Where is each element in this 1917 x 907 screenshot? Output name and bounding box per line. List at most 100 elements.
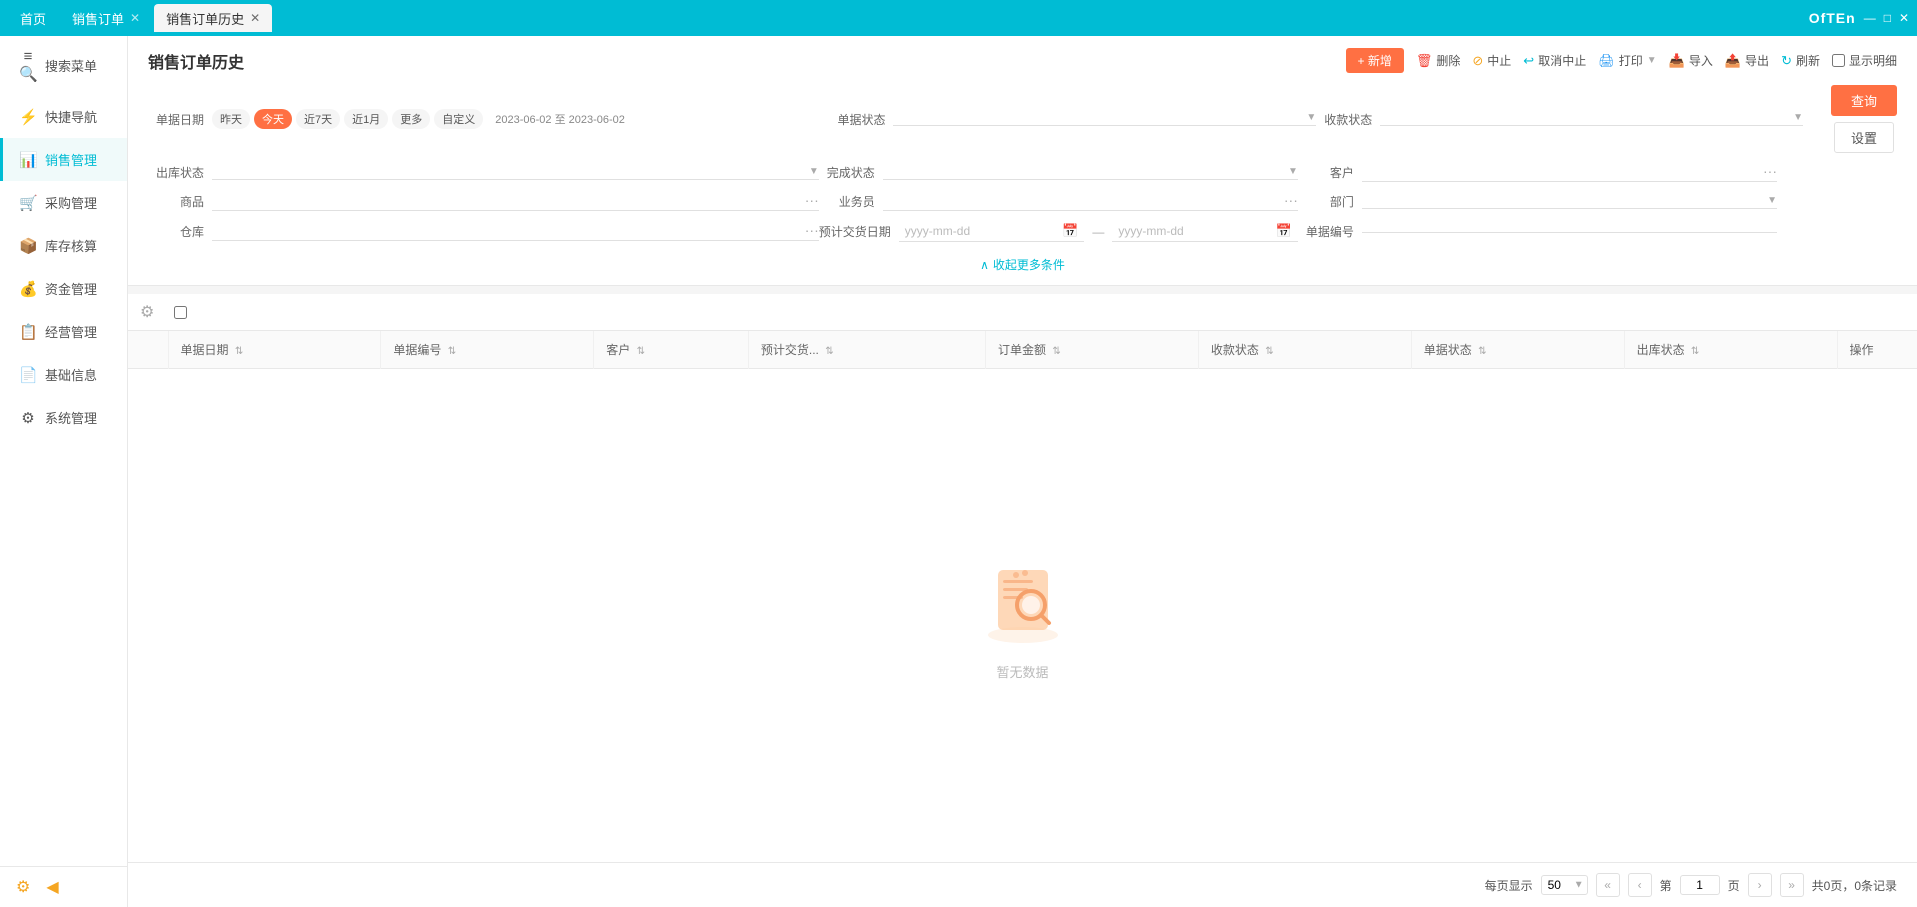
date-pill-yesterday[interactable]: 昨天 bbox=[212, 109, 250, 129]
print-dropdown-icon[interactable]: ▼ bbox=[1647, 55, 1657, 66]
close-btn[interactable]: ✕ bbox=[1899, 11, 1909, 25]
stop-button[interactable]: ⊘ 中止 bbox=[1472, 52, 1511, 69]
th-no[interactable]: 单据编号 ⇅ bbox=[381, 331, 594, 369]
customer-ellipsis[interactable]: ··· bbox=[1763, 163, 1777, 179]
th-customer[interactable]: 客户 ⇅ bbox=[594, 331, 749, 369]
th-date-label: 单据日期 bbox=[181, 343, 229, 357]
sidebar-item-basic-info[interactable]: 📄 基础信息 bbox=[0, 353, 127, 396]
filter-delivery-to[interactable]: yyyy-mm-dd 📅 bbox=[1112, 221, 1298, 242]
filter-warehouse-label: 仓库 bbox=[148, 223, 204, 240]
sidebar-item-sales-mgmt[interactable]: 📊 销售管理 bbox=[0, 138, 127, 181]
date-pills: 昨天 今天 近7天 近1月 更多 自定义 bbox=[212, 109, 483, 129]
sidebar-item-quick-nav[interactable]: ⚡ 快捷导航 bbox=[0, 95, 127, 138]
print-button[interactable]: 🖨 打印 ▼ bbox=[1598, 52, 1656, 69]
new-button[interactable]: + 新增 bbox=[1346, 48, 1404, 73]
sidebar-item-operations-mgmt-label: 经营管理 bbox=[45, 322, 97, 341]
stop-button-label: 中止 bbox=[1487, 52, 1511, 69]
next-page-btn[interactable]: › bbox=[1748, 873, 1772, 897]
tab-sales-order-history[interactable]: 销售订单历史 ✕ bbox=[154, 4, 272, 32]
export-button[interactable]: 📤 导出 bbox=[1725, 52, 1769, 69]
date-pill-more[interactable]: 更多 bbox=[392, 109, 430, 129]
delete-button[interactable]: 🗑 删除 bbox=[1416, 52, 1461, 69]
filter-payment-status-item: 收款状态 ▼ bbox=[1316, 111, 1811, 128]
sidebar-item-search-menu[interactable]: ≡🔍 搜索菜单 bbox=[0, 36, 127, 95]
delete-icon: 🗑 bbox=[1416, 53, 1433, 69]
quick-nav-icon: ⚡ bbox=[19, 108, 37, 126]
th-stock-status[interactable]: 出库状态 ⇅ bbox=[1624, 331, 1837, 369]
page-number-input[interactable] bbox=[1680, 875, 1720, 895]
filter-product-control: ··· bbox=[212, 192, 819, 211]
filter-stock-status-select[interactable]: ▼ bbox=[212, 166, 819, 180]
th-delivery[interactable]: 预计交货... ⇅ bbox=[748, 331, 985, 369]
export-button-label: 导出 bbox=[1745, 52, 1769, 69]
filter-order-no-item: 单据编号 bbox=[1298, 223, 1897, 240]
th-date[interactable]: 单据日期 ⇅ bbox=[168, 331, 381, 369]
select-all-checkbox[interactable] bbox=[174, 306, 187, 319]
page-size-select[interactable]: 50 10 20 100 bbox=[1541, 875, 1588, 895]
th-payment-status[interactable]: 收款状态 ⇅ bbox=[1198, 331, 1411, 369]
tab-sales-order-history-close[interactable]: ✕ bbox=[250, 11, 260, 25]
query-button[interactable]: 查询 bbox=[1831, 85, 1897, 116]
show-detail-checkbox[interactable] bbox=[1832, 54, 1845, 67]
th-payment-status-sort: ⇅ bbox=[1265, 346, 1273, 357]
collapse-row[interactable]: ∧ 收起更多条件 bbox=[148, 252, 1897, 277]
filter-date-label: 单据日期 bbox=[148, 111, 204, 128]
page-size-label: 每页显示 bbox=[1485, 877, 1533, 894]
filter-complete-status-item: 完成状态 ▼ bbox=[819, 164, 1298, 181]
filter-order-status-select[interactable]: ▼ bbox=[893, 112, 1316, 126]
date-range-text: 2023-06-02 至 2023-06-02 bbox=[495, 111, 625, 127]
salesperson-ellipsis[interactable]: ··· bbox=[1284, 192, 1298, 208]
import-icon: 📥 bbox=[1669, 53, 1685, 69]
date-pill-custom[interactable]: 自定义 bbox=[434, 109, 483, 129]
show-detail-checkbox-group[interactable]: 显示明细 bbox=[1832, 52, 1897, 69]
date-pill-today[interactable]: 今天 bbox=[254, 109, 292, 129]
filter-stock-status-label: 出库状态 bbox=[148, 164, 204, 181]
refresh-button-label: 刷新 bbox=[1796, 52, 1820, 69]
th-amount[interactable]: 订单金额 ⇅ bbox=[985, 331, 1198, 369]
filter-dept-label: 部门 bbox=[1298, 193, 1354, 210]
maximize-btn[interactable]: □ bbox=[1884, 11, 1891, 25]
refresh-button[interactable]: ↻ 刷新 bbox=[1781, 52, 1820, 69]
filter-order-no-control[interactable] bbox=[1362, 230, 1777, 233]
th-customer-label: 客户 bbox=[606, 343, 630, 357]
table-settings-icon[interactable]: ⚙ bbox=[140, 302, 154, 322]
collapse-label: 收起更多条件 bbox=[993, 256, 1065, 273]
page-title-row: 销售订单历史 + 新增 🗑 删除 ⊘ 中止 ↩ 取消中止 bbox=[148, 48, 1897, 73]
sidebar-collapse-icon[interactable]: ◀ bbox=[46, 877, 58, 897]
calendar-to-icon: 📅 bbox=[1276, 223, 1292, 239]
first-page-btn[interactable]: « bbox=[1596, 873, 1620, 897]
date-pill-1month[interactable]: 近1月 bbox=[344, 109, 388, 129]
cancel-stop-button[interactable]: ↩ 取消中止 bbox=[1523, 52, 1586, 69]
filter-customer-item: 客户 ··· bbox=[1298, 163, 1897, 182]
product-ellipsis[interactable]: ··· bbox=[805, 192, 819, 208]
prev-page-btn[interactable]: ‹ bbox=[1628, 873, 1652, 897]
sidebar-settings-icon[interactable]: ⚙ bbox=[16, 877, 30, 897]
last-page-btn[interactable]: » bbox=[1780, 873, 1804, 897]
th-order-status[interactable]: 单据状态 ⇅ bbox=[1411, 331, 1624, 369]
filter-payment-status-select[interactable]: ▼ bbox=[1380, 112, 1803, 126]
tab-sales-order-close[interactable]: ✕ bbox=[130, 11, 140, 25]
th-stock-status-sort: ⇅ bbox=[1691, 346, 1699, 357]
empty-state: 暂无数据 bbox=[128, 369, 1917, 862]
sidebar-item-sys-mgmt[interactable]: ⚙ 系统管理 bbox=[0, 396, 127, 439]
minimize-btn[interactable]: — bbox=[1864, 11, 1876, 25]
filter-order-status-label: 单据状态 bbox=[829, 111, 885, 128]
page-of-label: 页 bbox=[1728, 877, 1740, 894]
sidebar-item-finance-mgmt[interactable]: 💰 资金管理 bbox=[0, 267, 127, 310]
new-button-label: + 新增 bbox=[1358, 52, 1392, 69]
sidebar-item-operations-mgmt[interactable]: 📋 经营管理 bbox=[0, 310, 127, 353]
first-page-icon: « bbox=[1604, 878, 1611, 892]
filter-delivery-from[interactable]: yyyy-mm-dd 📅 bbox=[899, 221, 1085, 242]
filter-complete-status-select[interactable]: ▼ bbox=[883, 166, 1298, 180]
sidebar-item-inventory-calc[interactable]: 📦 库存核算 bbox=[0, 224, 127, 267]
warehouse-ellipsis[interactable]: ··· bbox=[805, 222, 819, 238]
filter-settings-button[interactable]: 设置 bbox=[1834, 122, 1894, 153]
th-no-label: 单据编号 bbox=[393, 343, 441, 357]
tab-sales-order[interactable]: 销售订单 ✕ bbox=[60, 4, 152, 32]
tab-home[interactable]: 首页 bbox=[8, 4, 58, 32]
import-button[interactable]: 📥 导入 bbox=[1669, 52, 1713, 69]
sidebar-item-purchase-mgmt[interactable]: 🛒 采购管理 bbox=[0, 181, 127, 224]
filter-dept-select[interactable]: ▼ bbox=[1362, 195, 1777, 209]
date-pill-7days[interactable]: 近7天 bbox=[296, 109, 340, 129]
finance-mgmt-icon: 💰 bbox=[19, 280, 37, 298]
